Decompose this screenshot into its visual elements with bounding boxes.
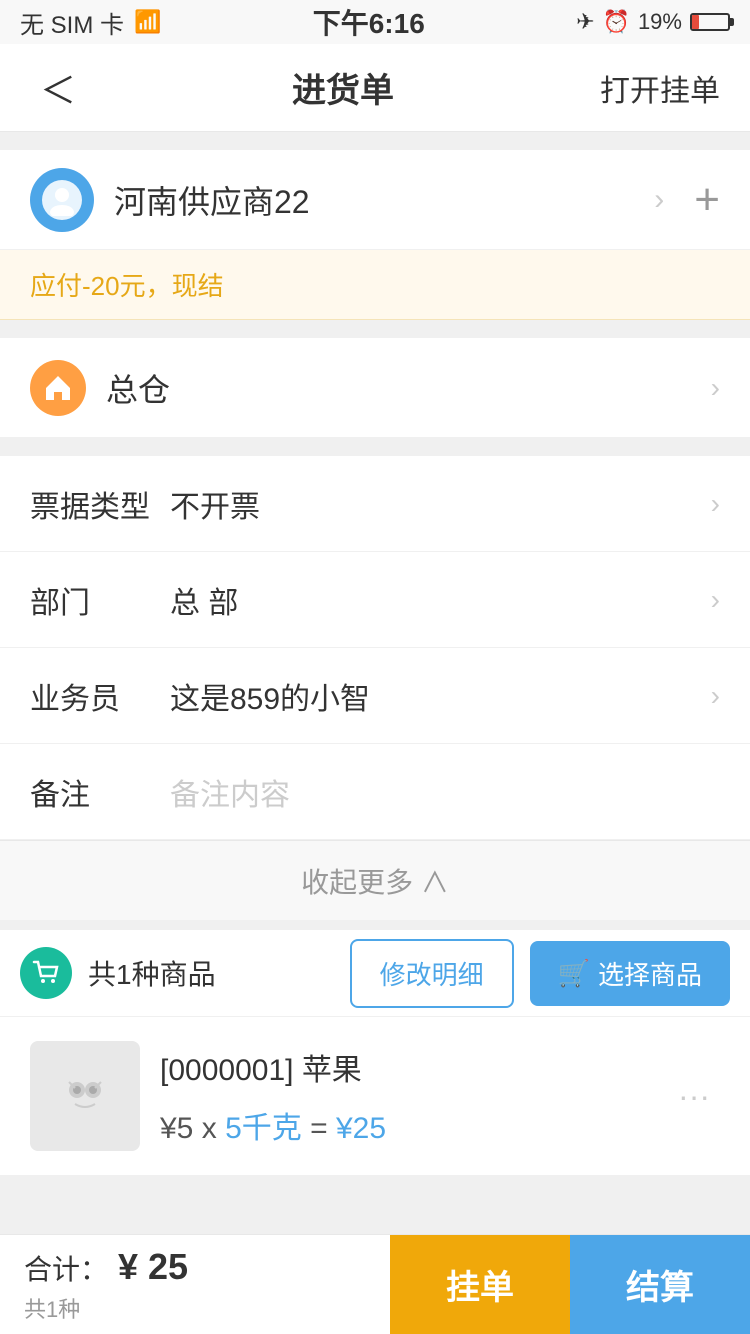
remark-value[interactable]: 备注内容 — [160, 770, 720, 814]
nav-bar: ＜ 进货单 打开挂单 — [0, 44, 750, 132]
product-count-label: 共1种商品 — [88, 953, 334, 993]
collapse-label: 收起更多 ∧ — [301, 861, 449, 901]
invoice-type-value: 不开票 — [160, 482, 701, 526]
supplier-section: 河南供应商22 › + — [0, 150, 750, 250]
form-section: 票据类型 不开票 › 部门 总 部 › 业务员 这是859的小智 › 备注 备注… — [0, 456, 750, 840]
divider-1 — [0, 132, 750, 150]
supplier-avatar — [30, 168, 94, 232]
supplier-chevron-icon: › — [654, 183, 664, 217]
product-item: [0000001] 苹果 ¥5 x 5千克 = ¥25 ··· — [0, 1016, 750, 1175]
invoice-type-chevron-icon: › — [711, 488, 720, 520]
status-right: ✈ ⏰ 19% — [576, 9, 730, 35]
department-row[interactable]: 部门 总 部 › — [0, 552, 750, 648]
select-product-label: 选择商品 — [598, 955, 702, 992]
product-unit-price: ¥5 — [160, 1112, 193, 1145]
warehouse-name: 总仓 — [106, 365, 701, 411]
product-thumbnail — [30, 1041, 140, 1151]
product-name: [0000001] 苹果 — [160, 1045, 648, 1089]
product-total: ¥25 — [336, 1112, 386, 1145]
total-amount: ¥ 25 — [118, 1246, 188, 1288]
wifi-icon: 📶 — [134, 9, 161, 35]
divider-3 — [0, 438, 750, 456]
product-title: 苹果 — [302, 1054, 362, 1087]
carrier-label: 无 SIM 卡 — [20, 5, 124, 40]
product-qty: 5千克 — [225, 1112, 302, 1145]
page-title: 进货单 — [292, 63, 394, 112]
remark-row[interactable]: 备注 备注内容 — [0, 744, 750, 840]
salesperson-value: 这是859的小智 — [160, 674, 701, 718]
checkout-button[interactable]: 结算 — [570, 1235, 750, 1334]
location-icon: ✈ — [576, 9, 594, 35]
hang-button[interactable]: 挂单 — [390, 1235, 570, 1334]
department-value: 总 部 — [160, 578, 701, 622]
department-label: 部门 — [30, 578, 160, 622]
product-more-button[interactable]: ··· — [668, 1068, 720, 1125]
edit-detail-button[interactable]: 修改明细 — [350, 939, 514, 1008]
salesperson-label: 业务员 — [30, 674, 160, 718]
select-product-icon: 🛒 — [558, 958, 590, 989]
total-sub-label: 共1种 — [24, 1292, 366, 1324]
divider-2 — [0, 320, 750, 338]
status-bar: 无 SIM 卡 📶 下午6:16 ✈ ⏰ 19% — [0, 0, 750, 44]
open-pending-button[interactable]: 打开挂单 — [600, 66, 720, 110]
product-info: [0000001] 苹果 ¥5 x 5千克 = ¥25 — [160, 1045, 648, 1147]
warehouse-chevron-icon: › — [711, 372, 720, 404]
product-section-icon — [20, 947, 72, 999]
supplier-warning-bar: 应付-20元，现结 — [0, 250, 750, 320]
status-left: 无 SIM 卡 📶 — [20, 5, 161, 40]
total-label: 合计： — [24, 1248, 108, 1288]
product-multiply: x — [202, 1112, 225, 1145]
alarm-icon: ⏰ — [603, 9, 630, 35]
time-label: 下午6:16 — [313, 2, 425, 42]
salesperson-chevron-icon: › — [711, 680, 720, 712]
bottom-bar: 合计： ¥ 25 共1种 挂单 结算 — [0, 1234, 750, 1334]
remark-label: 备注 — [30, 770, 160, 814]
supplier-avatar-icon — [42, 180, 82, 220]
total-section: 合计： ¥ 25 共1种 — [0, 1235, 390, 1334]
invoice-type-label: 票据类型 — [30, 482, 160, 526]
battery-icon — [690, 13, 730, 31]
back-button[interactable]: ＜ — [30, 52, 86, 124]
product-equals: = — [310, 1112, 336, 1145]
product-code: [0000001] — [160, 1054, 293, 1087]
battery-fill — [692, 15, 699, 29]
supplier-name[interactable]: 河南供应商22 — [114, 177, 654, 223]
add-supplier-button[interactable]: + — [694, 178, 720, 222]
product-thumb-logo — [55, 1062, 115, 1131]
battery-percent: 19% — [638, 9, 682, 35]
warning-text: 应付-20元，现结 — [30, 271, 224, 301]
salesperson-row[interactable]: 业务员 这是859的小智 › — [0, 648, 750, 744]
invoice-type-row[interactable]: 票据类型 不开票 › — [0, 456, 750, 552]
warehouse-section[interactable]: 总仓 › — [0, 338, 750, 438]
department-chevron-icon: › — [711, 584, 720, 616]
collapse-bar[interactable]: 收起更多 ∧ — [0, 840, 750, 920]
product-header: 共1种商品 修改明细 🛒 选择商品 — [0, 920, 750, 1016]
select-product-button[interactable]: 🛒 选择商品 — [530, 941, 730, 1006]
total-label-row: 合计： ¥ 25 — [24, 1246, 366, 1288]
product-price: ¥5 x 5千克 = ¥25 — [160, 1103, 648, 1147]
warehouse-icon — [30, 360, 86, 416]
